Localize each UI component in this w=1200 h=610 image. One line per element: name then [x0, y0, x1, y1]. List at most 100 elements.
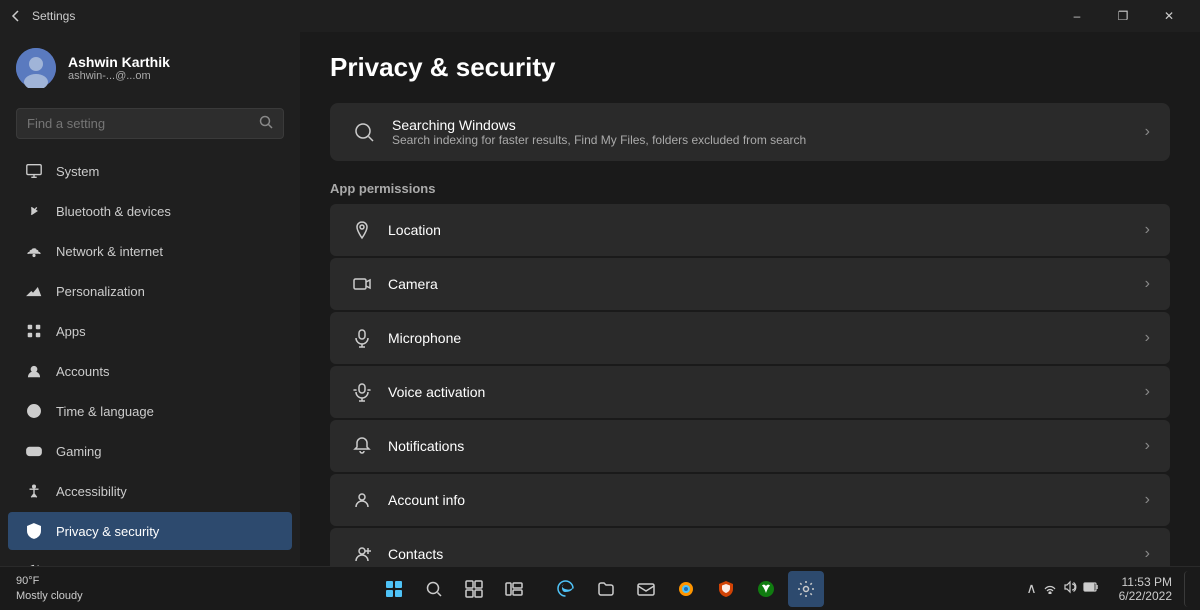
sidebar-item-privacy[interactable]: Privacy & security: [8, 512, 292, 550]
sidebar-item-personalization[interactable]: Personalization: [8, 272, 292, 310]
page-title: Privacy & security: [330, 52, 1170, 83]
permission-name-voice: Voice activation: [388, 384, 485, 400]
titlebar-left: Settings: [8, 8, 75, 24]
user-name: Ashwin Karthik: [68, 54, 170, 70]
permission-item-camera[interactable]: Camera ›: [330, 258, 1170, 310]
date-display: 6/22/2022: [1119, 589, 1172, 603]
permission-chevron-voice: ›: [1145, 383, 1150, 401]
permission-chevron-location: ›: [1145, 221, 1150, 239]
user-email: ashwin-...@...om: [68, 70, 170, 82]
sidebar-label-network: Network & internet: [56, 244, 163, 259]
sidebar-label-accessibility: Accessibility: [56, 484, 127, 499]
gaming-icon: [24, 441, 44, 461]
sidebar-label-gaming: Gaming: [56, 444, 102, 459]
taskbar-time[interactable]: 11:53 PM 6/22/2022: [1111, 575, 1180, 603]
permission-item-voice[interactable]: Voice activation ›: [330, 366, 1170, 418]
voice-icon: [350, 380, 374, 404]
search-banner-left: Searching Windows Search indexing for fa…: [350, 117, 806, 147]
search-banner-subtitle: Search indexing for faster results, Find…: [392, 133, 806, 147]
restore-button[interactable]: ❐: [1100, 0, 1146, 32]
search-input[interactable]: [27, 116, 251, 131]
permission-left-voice: Voice activation: [350, 380, 485, 404]
avatar: [16, 48, 56, 88]
taskbar-weather[interactable]: 90°F Mostly cloudy: [8, 574, 91, 603]
sidebar-label-bluetooth: Bluetooth & devices: [56, 204, 171, 219]
permission-name-camera: Camera: [388, 276, 438, 292]
sidebar-item-system[interactable]: System: [8, 152, 292, 190]
sidebar-label-apps: Apps: [56, 324, 86, 339]
camera-icon: [350, 272, 374, 296]
permission-name-account-info: Account info: [388, 492, 465, 508]
sidebar-item-accounts[interactable]: Accounts: [8, 352, 292, 390]
titlebar: Settings – ❐ ✕: [0, 0, 1200, 32]
sidebar-item-bluetooth[interactable]: Bluetooth & devices: [8, 192, 292, 230]
taskbar-brave-button[interactable]: [708, 571, 744, 607]
taskbar-explorer-button[interactable]: [588, 571, 624, 607]
sidebar-item-gaming[interactable]: Gaming: [8, 432, 292, 470]
notifications-icon: [350, 434, 374, 458]
permission-item-contacts[interactable]: Contacts ›: [330, 528, 1170, 566]
weather-desc: Mostly cloudy: [16, 589, 83, 603]
taskbar-right: ∧: [1018, 571, 1192, 607]
sys-tray: ∧: [1018, 580, 1106, 597]
start-button[interactable]: [376, 571, 412, 607]
system-icon: [24, 161, 44, 181]
taskbar-edge-button[interactable]: [548, 571, 584, 607]
show-desktop-button[interactable]: [1184, 571, 1192, 607]
search-banner-title: Searching Windows: [392, 117, 806, 133]
location-icon: [350, 218, 374, 242]
search-box[interactable]: [16, 108, 284, 139]
permission-chevron-account-info: ›: [1145, 491, 1150, 509]
minimize-button[interactable]: –: [1054, 0, 1100, 32]
nav-items: System Bluetooth & devices Network & int…: [0, 147, 300, 566]
taskbar-xbox-button[interactable]: [748, 571, 784, 607]
search-banner-chevron: ›: [1145, 123, 1150, 141]
taskbar-left: 90°F Mostly cloudy: [8, 574, 91, 603]
tray-battery[interactable]: [1083, 580, 1099, 597]
app-permissions-label: App permissions: [330, 181, 1170, 196]
permission-left-notifications: Notifications: [350, 434, 464, 458]
permission-left-account: Account info: [350, 488, 465, 512]
permission-item-microphone[interactable]: Microphone ›: [330, 312, 1170, 364]
search-banner-icon: [350, 118, 378, 146]
contacts-icon: [350, 542, 374, 566]
back-icon[interactable]: [8, 8, 24, 24]
microphone-icon: [350, 326, 374, 350]
search-banner-text: Searching Windows Search indexing for fa…: [392, 117, 806, 147]
main-layout: Ashwin Karthik ashwin-...@...om System: [0, 32, 1200, 566]
bluetooth-icon: [24, 201, 44, 221]
sidebar-label-privacy: Privacy & security: [56, 524, 159, 539]
tray-chevron[interactable]: ∧: [1026, 580, 1036, 597]
taskbar-settings-button[interactable]: [788, 571, 824, 607]
sidebar-item-network[interactable]: Network & internet: [8, 232, 292, 270]
taskbar-search-button[interactable]: [416, 571, 452, 607]
permission-chevron-microphone: ›: [1145, 329, 1150, 347]
tray-speaker[interactable]: [1063, 580, 1077, 597]
sidebar-label-time: Time & language: [56, 404, 154, 419]
content-area: Privacy & security Searching Windows Sea…: [300, 32, 1200, 566]
search-banner[interactable]: Searching Windows Search indexing for fa…: [330, 103, 1170, 161]
permission-item-notifications[interactable]: Notifications ›: [330, 420, 1170, 472]
permission-item-account-info[interactable]: Account info ›: [330, 474, 1170, 526]
taskbar-mail-button[interactable]: [628, 571, 664, 607]
tray-network[interactable]: [1043, 580, 1057, 597]
close-button[interactable]: ✕: [1146, 0, 1192, 32]
sidebar-item-accessibility[interactable]: Accessibility: [8, 472, 292, 510]
sidebar-item-apps[interactable]: Apps: [8, 312, 292, 350]
taskbar-firefox-button[interactable]: [668, 571, 704, 607]
permissions-list: Location › Camera ›: [330, 204, 1170, 566]
permission-chevron-camera: ›: [1145, 275, 1150, 293]
user-profile[interactable]: Ashwin Karthik ashwin-...@...om: [0, 32, 300, 100]
time-icon: [24, 401, 44, 421]
permission-chevron-contacts: ›: [1145, 545, 1150, 563]
taskbar-taskview-button[interactable]: [456, 571, 492, 607]
sidebar-item-time[interactable]: Time & language: [8, 392, 292, 430]
taskbar-widgets-button[interactable]: [496, 571, 532, 607]
sidebar-item-windows-update[interactable]: Windows Update: [8, 552, 292, 566]
permission-name-microphone: Microphone: [388, 330, 461, 346]
accessibility-icon: [24, 481, 44, 501]
sidebar-label-system: System: [56, 164, 99, 179]
permission-item-location[interactable]: Location ›: [330, 204, 1170, 256]
titlebar-title: Settings: [32, 9, 75, 23]
user-info: Ashwin Karthik ashwin-...@...om: [68, 54, 170, 82]
